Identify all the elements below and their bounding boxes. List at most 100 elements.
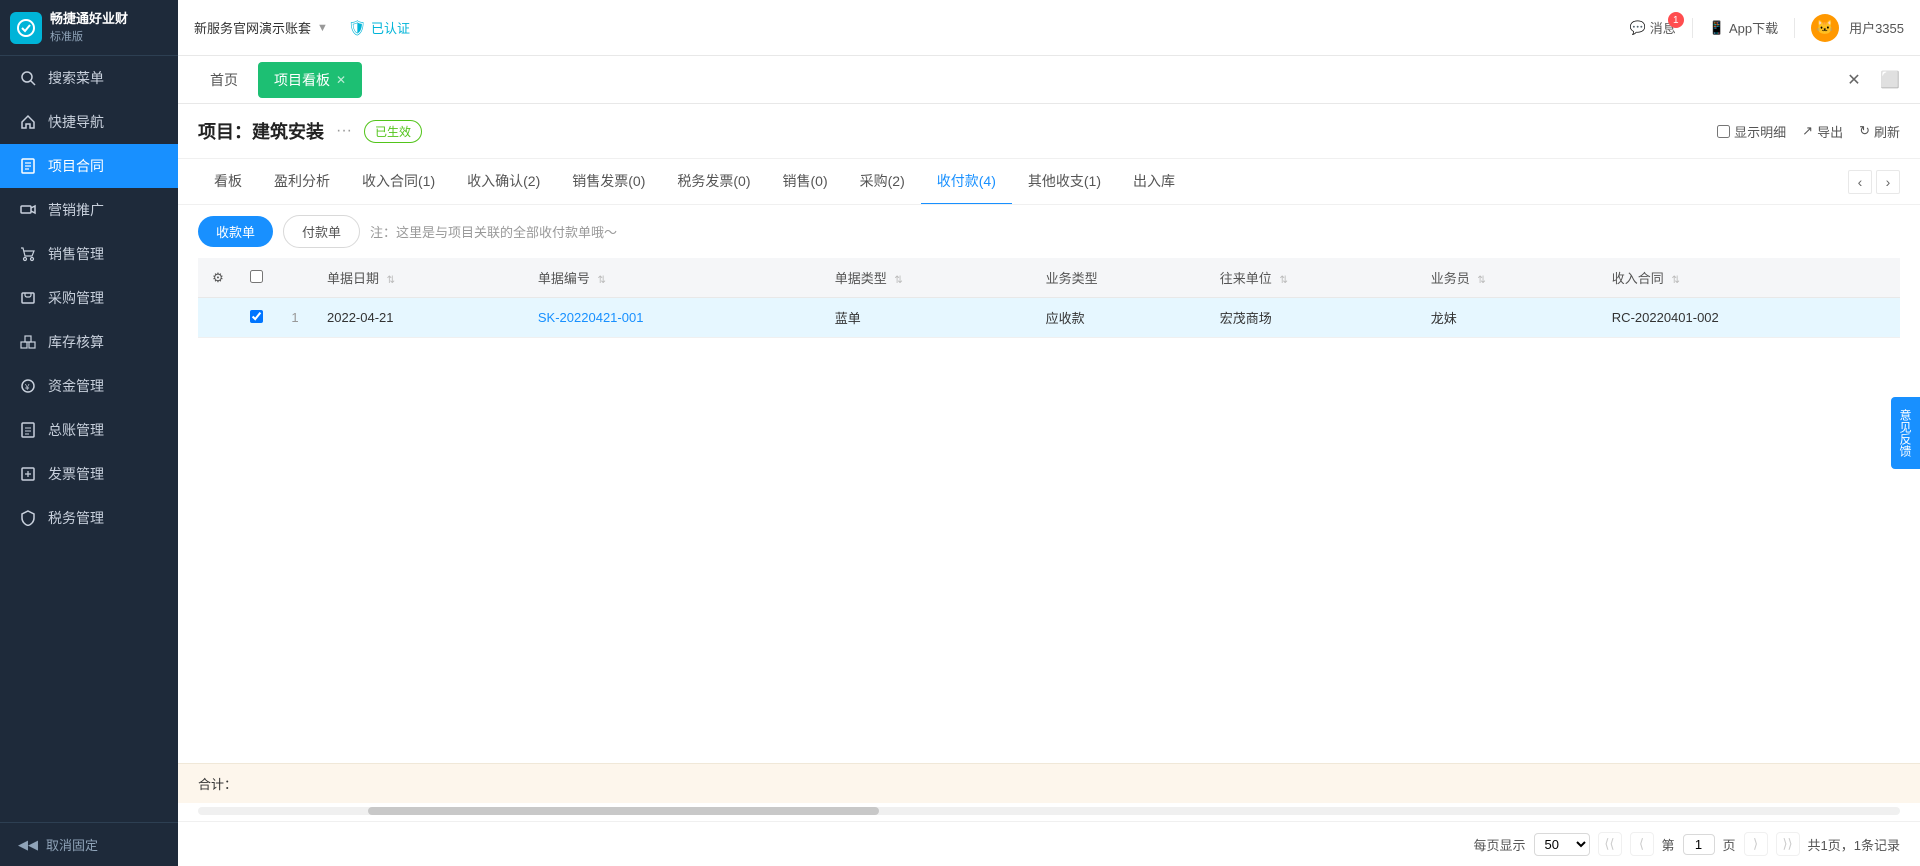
tab-close-icon[interactable]: ✕	[336, 73, 346, 87]
sidebar-item-quicknav[interactable]: 快捷导航	[0, 100, 178, 144]
th-date[interactable]: 单据日期 ⇅	[315, 258, 526, 298]
app-brand: 畅捷通好业财	[50, 11, 128, 28]
project-title: 项目：建筑安装	[198, 118, 324, 144]
refresh-label: 刷新	[1874, 122, 1900, 141]
pagination-bar: 每页显示 50 10 20 100 ⟨⟨ ⟨ 第 页 ⟩ ⟩⟩ 共1页，1条记录	[178, 821, 1920, 866]
svg-text:¥: ¥	[24, 383, 30, 392]
topbar-message-btn[interactable]: 💬 消息 1	[1630, 18, 1676, 37]
sub-tab-tax-invoice[interactable]: 税务发票(0)	[661, 159, 766, 205]
tab-maximize-btn[interactable]: ⬜	[1876, 66, 1904, 94]
tax-icon	[18, 508, 38, 528]
th-num	[275, 258, 315, 298]
td-gear	[198, 298, 238, 338]
sub-tab-next-arrow[interactable]: ›	[1876, 170, 1900, 194]
scrollbar-thumb[interactable]	[368, 807, 879, 815]
message-icon: 💬	[1630, 20, 1646, 36]
sidebar-item-contract[interactable]: 项目合同	[0, 144, 178, 188]
first-page-btn[interactable]: ⟨⟨	[1598, 832, 1622, 856]
td-checkbox	[238, 298, 275, 338]
sidebar-header: 畅捷通好业财 标准版	[0, 0, 178, 56]
th-income-contract-label: 收入合同	[1612, 271, 1664, 286]
sidebar-item-marketing[interactable]: 营销推广	[0, 188, 178, 232]
project-actions: 显示明细 ↗ 导出 ↻ 刷新	[1717, 122, 1900, 141]
sub-tab-inout[interactable]: 出入库	[1117, 159, 1191, 205]
tab-close-window-btn[interactable]: ✕	[1840, 66, 1868, 94]
sub-tab-payment[interactable]: 收付款(4)	[921, 159, 1012, 205]
feedback-btn[interactable]: 意见反馈	[1891, 397, 1920, 469]
topbar-user-label: 用户3355	[1849, 18, 1904, 37]
sub-tab-other-expense[interactable]: 其他收支(1)	[1012, 159, 1117, 205]
sort-date-icon: ⇅	[387, 275, 395, 286]
certified-shield-icon: 🛡	[348, 19, 367, 37]
tab-home-label: 首页	[210, 70, 238, 90]
th-doc-no[interactable]: 单据编号 ⇅	[526, 258, 823, 298]
sales-icon	[18, 244, 38, 264]
invoice-icon	[18, 464, 38, 484]
row-checkbox[interactable]	[250, 310, 263, 323]
topbar-left: 新服务官网演示账套 ▼ 🛡 已认证	[194, 18, 1630, 37]
refresh-icon: ↻	[1859, 123, 1870, 139]
sidebar-item-label-purchase: 采购管理	[48, 288, 104, 308]
sub-tab-income-contract[interactable]: 收入合同(1)	[346, 159, 451, 205]
topbar-account-name: 新服务官网演示账套	[194, 18, 311, 37]
th-income-contract[interactable]: 收入合同 ⇅	[1600, 258, 1900, 298]
gear-icon: ⚙	[212, 270, 224, 285]
sub-tab-profit[interactable]: 盈利分析	[258, 159, 346, 205]
project-status-badge: 已生效	[364, 120, 422, 143]
th-salesperson[interactable]: 业务员 ⇅	[1419, 258, 1600, 298]
doc-no-link[interactable]: SK-20220421-001	[538, 310, 644, 325]
show-detail-checkbox[interactable]: 显示明细	[1717, 122, 1786, 141]
topbar-divider-2	[1794, 18, 1795, 38]
select-all-checkbox[interactable]	[250, 270, 263, 283]
last-page-btn[interactable]: ⟩⟩	[1776, 832, 1800, 856]
finance-icon: ¥	[18, 376, 38, 396]
sidebar-item-sales[interactable]: 销售管理	[0, 232, 178, 276]
td-num: 1	[275, 298, 315, 338]
td-partner: 宏茂商场	[1208, 298, 1419, 338]
th-gear[interactable]: ⚙	[198, 258, 238, 298]
refresh-btn[interactable]: ↻ 刷新	[1859, 122, 1900, 141]
sidebar-footer-unpin[interactable]: ◀◀ 取消固定	[0, 822, 178, 866]
sub-tab-income-confirm[interactable]: 收入确认(2)	[451, 159, 556, 205]
td-doc-type: 蓝单	[823, 298, 1034, 338]
sidebar-item-invoice[interactable]: 发票管理	[0, 452, 178, 496]
topbar-account[interactable]: 新服务官网演示账套 ▼	[194, 18, 328, 37]
show-detail-input[interactable]	[1717, 125, 1730, 138]
sidebar-item-inventory[interactable]: 库存核算	[0, 320, 178, 364]
sub-tab-prev-arrow[interactable]: ‹	[1848, 170, 1872, 194]
per-page-select[interactable]: 50 10 20 100	[1534, 833, 1590, 856]
app-edition: 标准版	[50, 28, 128, 44]
th-checkbox	[238, 258, 275, 298]
sidebar-item-finance[interactable]: ¥ 资金管理	[0, 364, 178, 408]
sidebar-item-tax[interactable]: 税务管理	[0, 496, 178, 540]
project-more-btn[interactable]: ···	[336, 122, 352, 140]
sort-docno-icon: ⇅	[598, 275, 606, 286]
td-doc-no[interactable]: SK-20220421-001	[526, 298, 823, 338]
topbar-user-btn[interactable]: 🐱 用户3355	[1811, 14, 1904, 42]
sub-tabs: 看板 盈利分析 收入合同(1) 收入确认(2) 销售发票(0) 税务发票(0)	[178, 159, 1920, 205]
unpin-icon: ◀◀	[18, 837, 38, 853]
tab-home[interactable]: 首页	[194, 62, 254, 98]
export-btn[interactable]: ↗ 导出	[1802, 122, 1843, 141]
th-doc-type[interactable]: 单据类型 ⇅	[823, 258, 1034, 298]
payment-filter-btn[interactable]: 付款单	[283, 215, 360, 248]
sub-tab-kanban[interactable]: 看板	[198, 159, 258, 205]
sub-tab-sales-invoice[interactable]: 销售发票(0)	[556, 159, 661, 205]
receipt-filter-btn[interactable]: 收款单	[198, 216, 273, 247]
sub-tab-sales[interactable]: 销售(0)	[767, 159, 844, 205]
sidebar-item-purchase[interactable]: 采购管理	[0, 276, 178, 320]
page-input[interactable]	[1683, 834, 1715, 855]
topbar-certified: 🛡 已认证	[348, 18, 410, 37]
sub-tab-purchase[interactable]: 采购(2)	[844, 159, 921, 205]
sidebar-item-ledger[interactable]: 总账管理	[0, 408, 178, 452]
th-partner[interactable]: 往来单位 ⇅	[1208, 258, 1419, 298]
table-footer-label: 合计：	[198, 774, 237, 793]
sidebar-item-search[interactable]: 搜索菜单	[0, 56, 178, 100]
table-row[interactable]: 1 2022-04-21 SK-20220421-001 蓝单 应收款 宏茂商场…	[198, 298, 1900, 338]
next-page-btn[interactable]: ⟩	[1744, 832, 1768, 856]
fake-scrollbar[interactable]	[198, 807, 1900, 815]
topbar-app-download-btn[interactable]: 📱 App下载	[1709, 18, 1778, 37]
sidebar-item-label-sales: 销售管理	[48, 244, 104, 264]
prev-page-btn[interactable]: ⟨	[1630, 832, 1654, 856]
tab-project-board[interactable]: 项目看板 ✕	[258, 62, 362, 98]
